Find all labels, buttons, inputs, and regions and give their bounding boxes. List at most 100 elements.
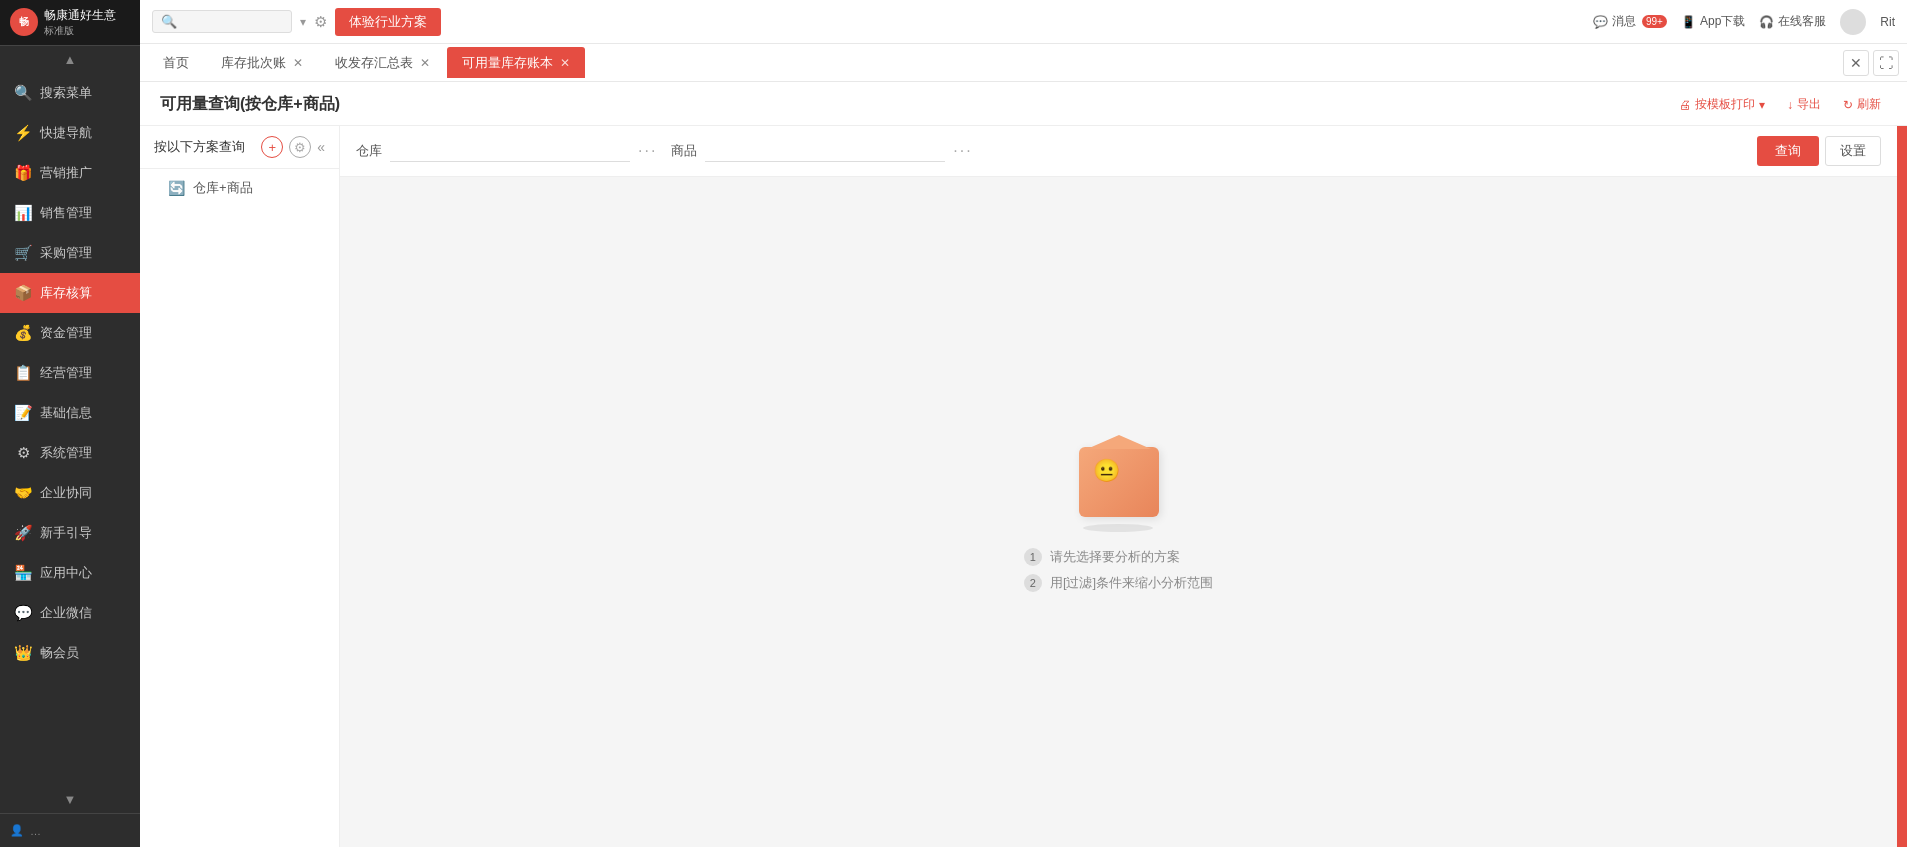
query-bar: 仓库 ··· 商品 ··· 查询 设置 (340, 126, 1897, 177)
quick-nav-icon: ⚡ (14, 124, 32, 142)
topbar: 🔍 ▾ ⚙ 体验行业方案 💬 消息 99+ 📱 App下载 🎧 在线客服 Rit (140, 0, 1907, 44)
wechat-icon: 💬 (14, 604, 32, 622)
message-icon: 💬 (1593, 15, 1608, 29)
footer-icon: 👤 (10, 824, 24, 837)
close-tab-button[interactable]: ✕ (1843, 50, 1869, 76)
filter-header-actions: + ⚙ « (261, 136, 325, 158)
filter-item-icon: 🔄 (168, 180, 185, 196)
tab-home[interactable]: 首页 (148, 47, 204, 78)
main-area: 🔍 ▾ ⚙ 体验行业方案 💬 消息 99+ 📱 App下载 🎧 在线客服 Rit (140, 0, 1907, 847)
export-icon: ↓ (1787, 98, 1793, 112)
sidebar-item-finance[interactable]: 💰 资金管理 (0, 313, 140, 353)
goods-more-button[interactable]: ··· (953, 142, 972, 160)
system-icon: ⚙ (14, 444, 32, 462)
warehouse-input[interactable] (390, 140, 630, 162)
tabbar-actions: ✕ ⛶ (1843, 50, 1899, 76)
tab-close-available[interactable]: ✕ (560, 56, 570, 70)
add-scheme-button[interactable]: + (261, 136, 283, 158)
empty-state: 😐 1 请先选择要分析的方案 2 用[过滤]条件来缩小分析范围 (340, 177, 1897, 847)
page-title: 可用量查询(按仓库+商品) (160, 94, 340, 115)
setting-button[interactable]: 设置 (1825, 136, 1881, 166)
warehouse-more-button[interactable]: ··· (638, 142, 657, 160)
sales-icon: 📊 (14, 204, 32, 222)
app-center-icon: 🏪 (14, 564, 32, 582)
sidebar-item-search[interactable]: 🔍 搜索菜单 (0, 73, 140, 113)
settings-gear-icon[interactable]: ⚙ (314, 13, 327, 31)
tab-summary[interactable]: 收发存汇总表 ✕ (320, 47, 445, 78)
enterprise-icon: 🤝 (14, 484, 32, 502)
message-button[interactable]: 💬 消息 99+ (1593, 13, 1667, 30)
query-actions: 查询 设置 (1757, 136, 1881, 166)
sidebar-header: 畅 畅康通好生意 标准版 (0, 0, 140, 46)
topbar-search-box[interactable]: 🔍 (152, 10, 292, 33)
empty-tip-2: 2 用[过滤]条件来缩小分析范围 (1024, 574, 1213, 592)
warehouse-field: 仓库 ··· (356, 140, 657, 162)
online-service-button[interactable]: 🎧 在线客服 (1759, 13, 1826, 30)
sidebar-item-wechat[interactable]: 💬 企业微信 (0, 593, 140, 633)
tabbar: 首页 库存批次账 ✕ 收发存汇总表 ✕ 可用量库存账本 ✕ ✕ ⛶ (140, 44, 1907, 82)
refresh-icon: ↻ (1843, 98, 1853, 112)
right-edge-accent (1897, 126, 1907, 847)
empty-illustration: 😐 (1069, 432, 1169, 532)
avatar[interactable] (1840, 9, 1866, 35)
message-badge: 99+ (1642, 15, 1667, 28)
sidebar-logo: 畅 (10, 8, 38, 36)
vip-icon: 👑 (14, 644, 32, 662)
tab-batch[interactable]: 库存批次账 ✕ (206, 47, 318, 78)
sidebar: 畅 畅康通好生意 标准版 ▲ 🔍 搜索菜单 ⚡ 快捷导航 🎁 营销推广 📊 销售… (0, 0, 140, 847)
refresh-button[interactable]: ↻ 刷新 (1837, 92, 1887, 117)
sidebar-item-purchase[interactable]: 🛒 采购管理 (0, 233, 140, 273)
print-button[interactable]: 🖨 按模板打印 ▾ (1673, 92, 1771, 117)
sidebar-scroll-up[interactable]: ▲ (0, 46, 140, 73)
page-header: 可用量查询(按仓库+商品) 🖨 按模板打印 ▾ ↓ 导出 ↻ 刷新 (140, 82, 1907, 126)
app-download-button[interactable]: 📱 App下载 (1681, 13, 1745, 30)
sidebar-brand: 畅康通好生意 标准版 (44, 8, 116, 37)
sidebar-nav: 🔍 搜索菜单 ⚡ 快捷导航 🎁 营销推广 📊 销售管理 🛒 采购管理 📦 库存核… (0, 73, 140, 786)
dropdown-chevron-icon[interactable]: ▾ (300, 15, 306, 29)
scheme-settings-button[interactable]: ⚙ (289, 136, 311, 158)
headphone-icon: 🎧 (1759, 15, 1774, 29)
content-area: 按以下方案查询 + ⚙ « 🔄 仓库+商品 仓库 (140, 126, 1907, 847)
tab-available[interactable]: 可用量库存账本 ✕ (447, 47, 585, 78)
empty-shadow-graphic (1083, 524, 1153, 532)
sidebar-item-sales[interactable]: 📊 销售管理 (0, 193, 140, 233)
search-icon: 🔍 (161, 14, 177, 29)
sidebar-item-vip[interactable]: 👑 畅会员 (0, 633, 140, 673)
sidebar-item-guide[interactable]: 🚀 新手引导 (0, 513, 140, 553)
sidebar-item-basic[interactable]: 📝 基础信息 (0, 393, 140, 433)
page-actions: 🖨 按模板打印 ▾ ↓ 导出 ↻ 刷新 (1673, 92, 1887, 117)
sidebar-item-marketing[interactable]: 🎁 营销推广 (0, 153, 140, 193)
filter-collapse-button[interactable]: « (317, 139, 325, 155)
basic-icon: 📝 (14, 404, 32, 422)
sidebar-item-enterprise[interactable]: 🤝 企业协同 (0, 473, 140, 513)
filter-item-warehouse-goods[interactable]: 🔄 仓库+商品 (140, 169, 339, 207)
trial-button[interactable]: 体验行业方案 (335, 8, 441, 36)
username-label[interactable]: Rit (1880, 15, 1895, 29)
sidebar-footer: 👤 … (0, 813, 140, 847)
topbar-right: 💬 消息 99+ 📱 App下载 🎧 在线客服 Rit (1593, 9, 1895, 35)
guide-icon: 🚀 (14, 524, 32, 542)
finance-icon: 💰 (14, 324, 32, 342)
print-dropdown-icon[interactable]: ▾ (1759, 98, 1765, 112)
search-input[interactable] (181, 15, 281, 29)
inventory-icon: 📦 (14, 284, 32, 302)
goods-field: 商品 ··· (671, 140, 972, 162)
goods-input[interactable] (705, 140, 945, 162)
sidebar-item-quick-nav[interactable]: ⚡ 快捷导航 (0, 113, 140, 153)
purchase-icon: 🛒 (14, 244, 32, 262)
sidebar-scroll-down[interactable]: ▼ (0, 786, 140, 813)
tab-close-summary[interactable]: ✕ (420, 56, 430, 70)
tab-close-batch[interactable]: ✕ (293, 56, 303, 70)
export-button[interactable]: ↓ 导出 (1781, 92, 1827, 117)
filter-panel-header: 按以下方案查询 + ⚙ « (140, 126, 339, 169)
sidebar-item-app-center[interactable]: 🏪 应用中心 (0, 553, 140, 593)
sidebar-item-inventory[interactable]: 📦 库存核算 (0, 273, 140, 313)
marketing-icon: 🎁 (14, 164, 32, 182)
search-icon: 🔍 (14, 84, 32, 102)
sidebar-item-system[interactable]: ⚙ 系统管理 (0, 433, 140, 473)
sidebar-item-operation[interactable]: 📋 经营管理 (0, 353, 140, 393)
fullscreen-button[interactable]: ⛶ (1873, 50, 1899, 76)
query-button[interactable]: 查询 (1757, 136, 1819, 166)
empty-tip-1: 1 请先选择要分析的方案 (1024, 548, 1213, 566)
operation-icon: 📋 (14, 364, 32, 382)
